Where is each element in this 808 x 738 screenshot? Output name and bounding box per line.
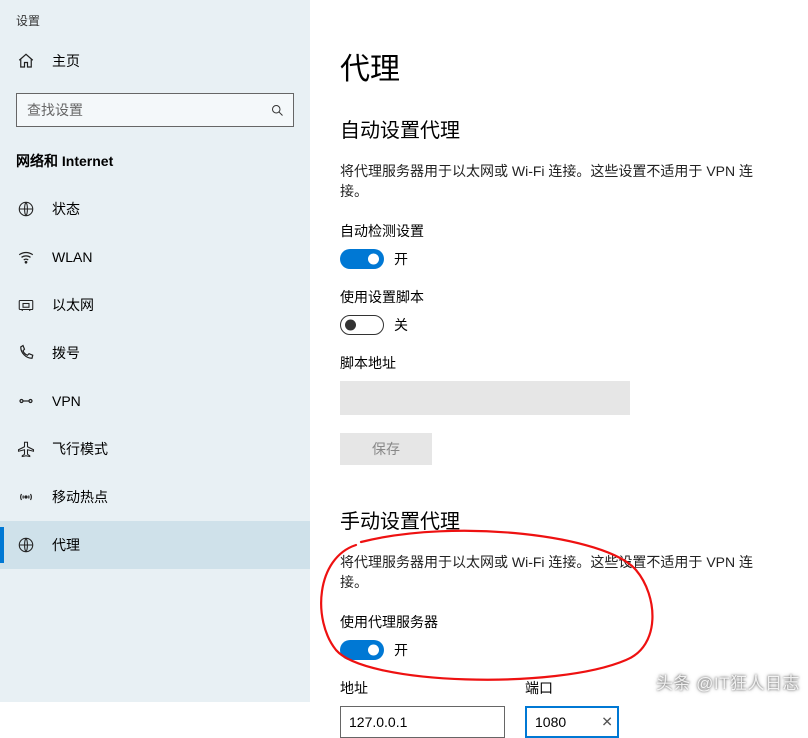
sidebar-item-airplane-mode[interactable]: 飞行模式	[0, 425, 310, 473]
use-proxy-label: 使用代理服务器	[340, 612, 778, 632]
use-proxy-state: 开	[394, 640, 408, 660]
save-button[interactable]: 保存	[340, 433, 432, 465]
use-proxy-toggle[interactable]	[340, 640, 384, 660]
clear-icon[interactable]: ✕	[601, 714, 613, 731]
script-address-label: 脚本地址	[340, 353, 778, 373]
sidebar-item-label: 拨号	[52, 343, 80, 363]
use-script-toggle[interactable]	[340, 315, 384, 335]
proxy-address-input[interactable]	[340, 706, 505, 738]
sidebar-item-status[interactable]: 状态	[0, 185, 310, 233]
sidebar-item-label: VPN	[52, 393, 81, 409]
sidebar-item-vpn[interactable]: VPN	[0, 377, 310, 425]
wifi-icon	[16, 247, 36, 267]
search-box[interactable]	[16, 93, 294, 127]
home-link[interactable]: 主页	[0, 37, 310, 85]
use-script-state: 关	[394, 315, 408, 335]
category-title: 网络和 Internet	[0, 143, 310, 185]
sidebar-item-dialup[interactable]: 拨号	[0, 329, 310, 377]
sidebar-item-ethernet[interactable]: 以太网	[0, 281, 310, 329]
window-title: 设置	[0, 12, 310, 37]
hotspot-icon	[16, 487, 36, 507]
auto-detect-toggle[interactable]	[340, 249, 384, 269]
search-icon[interactable]	[261, 103, 293, 118]
address-label: 地址	[340, 678, 505, 698]
ethernet-icon	[16, 295, 36, 315]
use-script-label: 使用设置脚本	[340, 287, 778, 307]
status-icon	[16, 199, 36, 219]
sidebar-item-mobile-hotspot[interactable]: 移动热点	[0, 473, 310, 521]
sidebar-item-label: 飞行模式	[52, 439, 108, 459]
script-address-input[interactable]	[340, 381, 630, 415]
auto-detect-state: 开	[394, 249, 408, 269]
home-icon	[16, 51, 36, 71]
sidebar-item-proxy[interactable]: 代理	[0, 521, 310, 569]
manual-proxy-heading: 手动设置代理	[340, 505, 778, 534]
sidebar-item-label: 以太网	[52, 295, 94, 315]
vpn-icon	[16, 391, 36, 411]
watermark: 头条 @IT狂人日志	[656, 669, 800, 694]
auto-proxy-desc: 将代理服务器用于以太网或 Wi-Fi 连接。这些设置不适用于 VPN 连接。	[340, 161, 778, 201]
auto-proxy-heading: 自动设置代理	[340, 114, 778, 143]
sidebar-item-label: 移动热点	[52, 487, 108, 507]
page-title: 代理	[340, 44, 778, 88]
proxy-icon	[16, 535, 36, 555]
port-label: 端口	[525, 678, 619, 698]
sidebar: 设置 主页 网络和 Internet 状态 WLAN	[0, 0, 310, 702]
sidebar-item-label: 状态	[52, 199, 80, 219]
home-label: 主页	[52, 51, 80, 71]
sidebar-item-wlan[interactable]: WLAN	[0, 233, 310, 281]
auto-detect-label: 自动检测设置	[340, 221, 778, 241]
airplane-icon	[16, 439, 36, 459]
main-content: 代理 自动设置代理 将代理服务器用于以太网或 Wi-Fi 连接。这些设置不适用于…	[310, 0, 808, 702]
search-input[interactable]	[17, 102, 261, 118]
sidebar-item-label: 代理	[52, 535, 80, 555]
sidebar-item-label: WLAN	[52, 249, 92, 265]
phone-icon	[16, 343, 36, 363]
manual-proxy-desc: 将代理服务器用于以太网或 Wi-Fi 连接。这些设置不适用于 VPN 连接。	[340, 552, 778, 592]
